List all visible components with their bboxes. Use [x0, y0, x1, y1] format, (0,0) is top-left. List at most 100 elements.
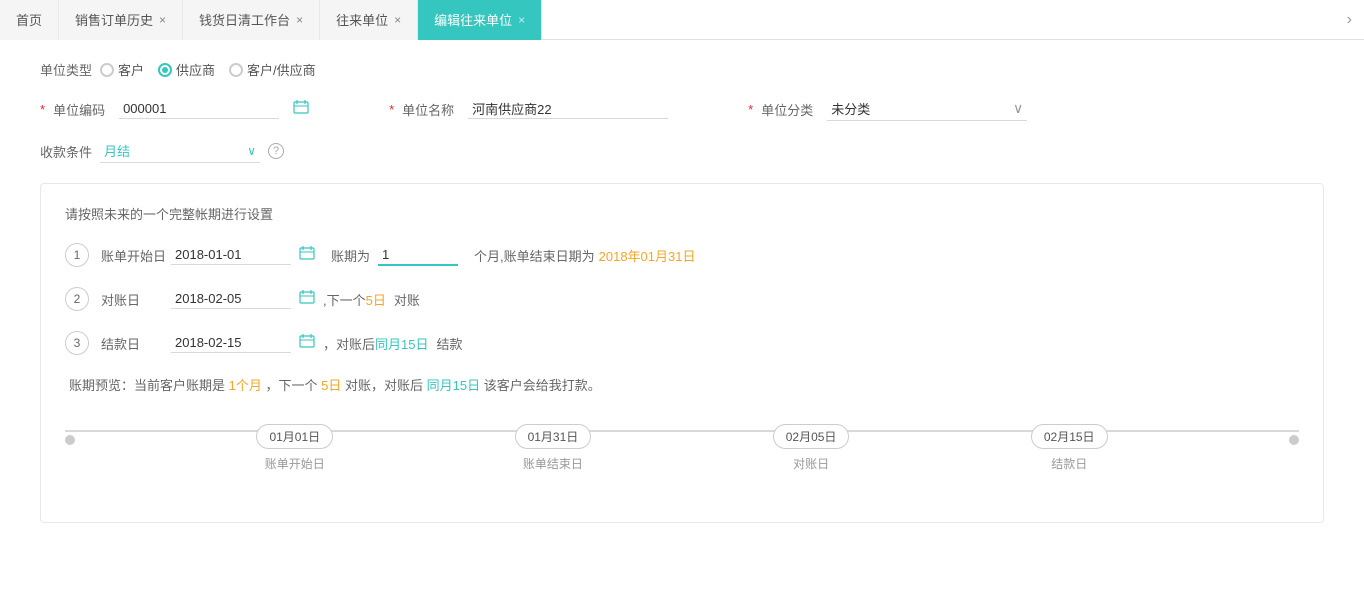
step-2-desc-prefix: ,下一个: [323, 290, 366, 309]
tab-partner[interactable]: 往来单位 ×: [320, 0, 418, 40]
step-1-cal-icon[interactable]: [299, 245, 315, 266]
radio-customer-circle: [100, 63, 114, 77]
payment-terms-help[interactable]: ?: [268, 143, 284, 159]
payment-terms-dropdown[interactable]: 月结 ∨: [100, 139, 260, 163]
tab-cash-work-close[interactable]: ×: [296, 13, 303, 27]
radio-supplier-label: 供应商: [176, 60, 215, 79]
tab-sales-history-close[interactable]: ×: [159, 13, 166, 27]
unit-class-arrow: ∨: [1013, 100, 1023, 117]
step-2-cal-icon[interactable]: [299, 289, 315, 310]
step-1-date-input[interactable]: [171, 245, 291, 265]
unit-type-row: 单位类型 客户 供应商 客户/供应商: [40, 60, 1324, 79]
timeline-pill-1: 01月31日: [515, 424, 592, 449]
payment-terms-label: 收款条件: [40, 142, 92, 161]
unit-name-field: * 单位名称: [389, 99, 668, 119]
unit-type-label: 单位类型: [40, 60, 92, 79]
step-1-num: 1: [65, 243, 89, 267]
unit-name-label: 单位名称: [402, 100, 454, 119]
tab-partner-label: 往来单位: [336, 10, 388, 29]
unit-class-field: * 单位分类 未分类 ∨: [748, 97, 1027, 121]
tab-home-label: 首页: [16, 10, 42, 29]
tab-home[interactable]: 首页: [0, 0, 59, 40]
radio-both[interactable]: 客户/供应商: [229, 60, 316, 79]
timeline-pill-0: 01月01日: [256, 424, 333, 449]
tab-edit-partner-close[interactable]: ×: [518, 13, 525, 27]
unit-class-label: 单位分类: [761, 100, 813, 119]
preview-part3: 同月15日: [427, 378, 480, 393]
step-1-label: 账单开始日: [101, 246, 171, 265]
tab-cash-work[interactable]: 钱货日清工作台 ×: [183, 0, 320, 40]
timeline-pill-2: 02月05日: [773, 424, 850, 449]
timeline-dot-start: [65, 435, 75, 445]
unit-code-input[interactable]: [119, 99, 279, 119]
step-3-label: 结款日: [101, 334, 171, 353]
payment-terms-value: 月结: [104, 141, 130, 160]
preview-prefix: 账期预览：当前客户账期是: [69, 378, 225, 393]
radio-customer-label: 客户: [118, 60, 144, 79]
timeline-node-0: 01月01日 账单开始日: [256, 424, 333, 472]
step-2-desc-suffix: 对账: [394, 290, 420, 309]
radio-customer[interactable]: 客户: [100, 60, 144, 79]
timeline-node-label-1: 账单结束日: [523, 455, 583, 472]
timeline-node-label-0: 账单开始日: [265, 455, 325, 472]
unit-name-input[interactable]: [468, 99, 668, 119]
step-1-period-label: 账期为: [331, 246, 370, 265]
unit-info-row: * 单位编码 * 单位名称 * 单位分类 未分类 ∨: [40, 97, 1324, 121]
tab-partner-close[interactable]: ×: [394, 13, 401, 27]
unit-type-radio-group: 客户 供应商 客户/供应商: [100, 60, 316, 79]
timeline-dot-end: [1289, 435, 1299, 445]
step-1-period-input[interactable]: [378, 245, 458, 266]
unit-code-label: 单位编码: [53, 100, 105, 119]
step-3-desc-prefix: ，对账后: [323, 334, 375, 353]
radio-both-circle: [229, 63, 243, 77]
radio-supplier[interactable]: 供应商: [158, 60, 215, 79]
step-2-label: 对账日: [101, 290, 171, 309]
step-2-desc-highlight: 5日: [366, 290, 386, 309]
timeline-pill-3: 02月15日: [1031, 424, 1108, 449]
timeline-node-1: 01月31日 账单结束日: [515, 424, 592, 472]
timeline-node-label-3: 结款日: [1051, 455, 1087, 472]
timeline-items: 01月01日 账单开始日 01月31日 账单结束日 02月05日 对账日 02月…: [65, 424, 1299, 472]
preview-text: 账期预览：当前客户账期是 1个月 ，下一个 5日 对账，对账后 同月15日 该客…: [65, 375, 1299, 394]
step-3-cal-icon[interactable]: [299, 333, 315, 354]
step-1-period-highlight: 2018年01月31日: [599, 246, 696, 265]
radio-supplier-inner: [162, 67, 168, 73]
unit-code-star: *: [40, 102, 45, 117]
preview-part1: 1个月: [229, 378, 262, 393]
step-1-period-unit: 个月,账单结束日期为: [474, 246, 595, 265]
radio-both-label: 客户/供应商: [247, 60, 316, 79]
payment-terms-arrow: ∨: [247, 144, 256, 158]
preview-part2: 5日: [321, 378, 341, 393]
tab-edit-partner[interactable]: 编辑往来单位 ×: [418, 0, 542, 40]
tab-cash-work-label: 钱货日清工作台: [199, 10, 290, 29]
unit-code-icon[interactable]: [293, 99, 309, 120]
step-2-row: 2 对账日 ,下一个 5日 对账: [65, 287, 1299, 311]
step-3-desc-highlight: 同月15日: [375, 334, 428, 353]
radio-supplier-circle: [158, 63, 172, 77]
payment-terms-row: 收款条件 月结 ∨ ?: [40, 139, 1324, 163]
timeline-node-label-2: 对账日: [793, 455, 829, 472]
period-settings-section: 请按照未来的一个完整帐期进行设置 1 账单开始日 账期为 个月,账单结束日期为 …: [40, 183, 1324, 523]
step-2-date-input[interactable]: [171, 289, 291, 309]
step-3-num: 3: [65, 331, 89, 355]
tab-edit-partner-label: 编辑往来单位: [434, 10, 512, 29]
timeline-node-3: 02月15日 结款日: [1031, 424, 1108, 472]
unit-class-star: *: [748, 102, 753, 117]
step-1-row: 1 账单开始日 账期为 个月,账单结束日期为 2018年01月31日: [65, 243, 1299, 267]
timeline-node-2: 02月05日 对账日: [773, 424, 850, 472]
tab-scroll-arrow[interactable]: ›: [1335, 11, 1364, 29]
section-title: 请按照未来的一个完整帐期进行设置: [65, 204, 1299, 223]
step-3-row: 3 结款日 ，对账后 同月15日 结款: [65, 331, 1299, 355]
tab-sales-history[interactable]: 销售订单历史 ×: [59, 0, 183, 40]
preview-sep2: 对账，对账后: [345, 378, 423, 393]
unit-class-dropdown[interactable]: 未分类 ∨: [827, 97, 1027, 121]
timeline: 01月01日 账单开始日 01月31日 账单结束日 02月05日 对账日 02月…: [65, 414, 1299, 502]
step-3-date-input[interactable]: [171, 333, 291, 353]
preview-sep1: ，下一个: [266, 378, 318, 393]
tabs-bar: 首页 销售订单历史 × 钱货日清工作台 × 往来单位 × 编辑往来单位 × ›: [0, 0, 1364, 40]
unit-class-value: 未分类: [831, 99, 870, 118]
main-content: 单位类型 客户 供应商 客户/供应商 * 单位编码: [0, 40, 1364, 608]
step-2-num: 2: [65, 287, 89, 311]
step-3-desc-suffix: 结款: [436, 334, 462, 353]
tab-sales-history-label: 销售订单历史: [75, 10, 153, 29]
